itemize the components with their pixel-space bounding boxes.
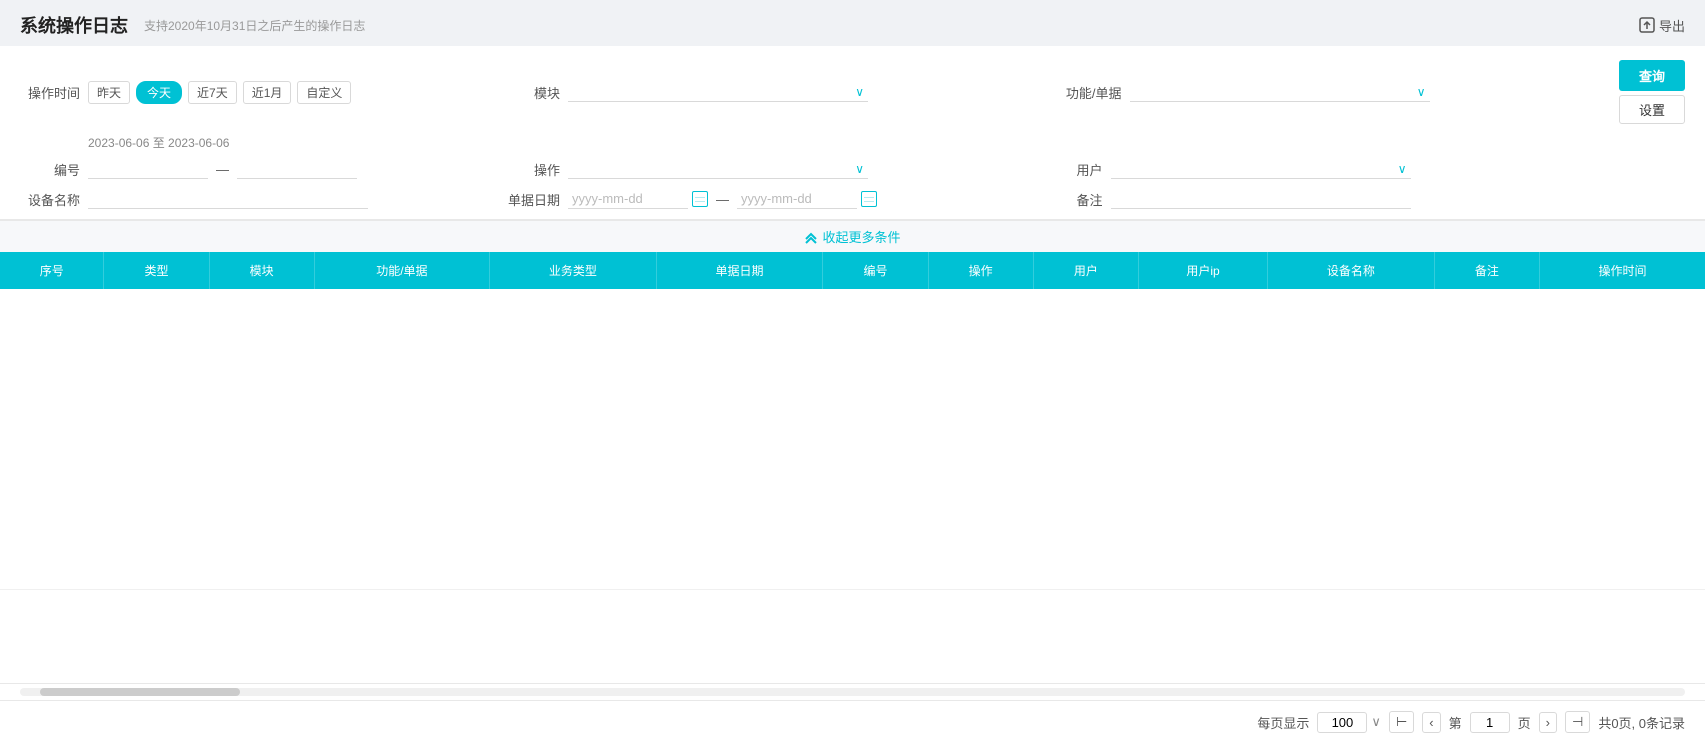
scroll-bar-track (20, 688, 1685, 696)
table-header-cell: 业务类型 (489, 252, 656, 289)
table-header-cell: 功能/单据 (314, 252, 489, 289)
page-label: 第 (1449, 713, 1462, 732)
table-header-cell: 单据日期 (656, 252, 823, 289)
yesterday-btn[interactable]: 昨天 (88, 81, 130, 104)
calendar-start-icon[interactable] (692, 191, 708, 207)
module-filter-group: 模块 ∨ (500, 83, 1052, 102)
code-start-input[interactable] (88, 159, 208, 179)
per-page-label: 每页显示 (1257, 713, 1309, 732)
action-buttons: 查询 设置 (1619, 60, 1685, 124)
last-page-button[interactable]: ⊣ (1565, 711, 1590, 733)
table-header-cell: 模块 (209, 252, 314, 289)
code-end-input[interactable] (237, 159, 357, 179)
table-header-cell: 用户 (1033, 252, 1138, 289)
function-select[interactable]: ∨ (1130, 83, 1430, 102)
user-chevron-icon: ∨ (1398, 162, 1407, 176)
user-filter-group: 用户 ∨ (1033, 160, 1566, 179)
scroll-bar-wrapper (0, 683, 1705, 700)
remark-label: 备注 (1033, 190, 1103, 209)
page-header: 系统操作日志 支持2020年10月31日之后产生的操作日志 导出 (0, 0, 1705, 46)
export-icon (1639, 17, 1655, 33)
prev-page-button[interactable]: ‹ (1422, 712, 1440, 733)
table-header-cell: 编号 (823, 252, 928, 289)
empty-area (0, 289, 1705, 589)
table-body (0, 289, 1705, 589)
next-page-button[interactable]: › (1539, 712, 1557, 733)
voucher-date-start-input[interactable] (568, 189, 688, 209)
remark-filter-group: 备注 (1033, 189, 1566, 209)
date-range-display: 2023-06-06 至 2023-06-06 (88, 136, 229, 150)
filter-section: 操作时间 昨天 今天 近7天 近1月 自定义 模块 ∨ 功能/单据 (0, 46, 1705, 220)
scroll-bar-thumb[interactable] (40, 688, 240, 696)
page-title: 系统操作日志 (20, 12, 128, 38)
pagination: 每页显示 ∨ ⊢ ‹ 第 页 › ⊣ 共0页, 0条记录 (0, 700, 1705, 743)
code-filter-group: 编号 — (20, 159, 500, 179)
user-select[interactable]: ∨ (1111, 160, 1411, 179)
table-header-row: 序号类型模块功能/单据业务类型单据日期编号操作用户用户ip设备名称备注操作时间 (0, 252, 1705, 289)
table-header-cell: 类型 (104, 252, 209, 289)
function-chevron-icon: ∨ (1417, 85, 1426, 99)
first-page-button[interactable]: ⊢ (1389, 711, 1414, 733)
operation-chevron-icon: ∨ (855, 162, 864, 176)
operation-filter-group: 操作 ∨ (500, 160, 1033, 179)
time-filter-group: 操作时间 昨天 今天 近7天 近1月 自定义 (20, 81, 500, 104)
module-select[interactable]: ∨ (568, 83, 868, 102)
page-size-select[interactable]: ∨ (1317, 712, 1381, 733)
table-header: 序号类型模块功能/单据业务类型单据日期编号操作用户用户ip设备名称备注操作时间 (0, 252, 1705, 289)
table-header-cell: 设备名称 (1268, 252, 1435, 289)
table-header-cell: 备注 (1434, 252, 1539, 289)
last7days-btn[interactable]: 近7天 (188, 81, 237, 104)
page-subtitle: 支持2020年10月31日之后产生的操作日志 (144, 17, 365, 34)
empty-row (0, 289, 1705, 589)
device-filter-group: 设备名称 (20, 189, 500, 209)
export-button[interactable]: 导出 (1639, 16, 1685, 35)
function-label: 功能/单据 (1052, 83, 1122, 102)
total-records: 共0页, 0条记录 (1598, 713, 1685, 732)
table-section: 序号类型模块功能/单据业务类型单据日期编号操作用户用户ip设备名称备注操作时间 (0, 252, 1705, 683)
operation-select[interactable]: ∨ (568, 160, 868, 179)
module-label: 模块 (500, 83, 560, 102)
table-header-cell: 操作时间 (1539, 252, 1705, 289)
page-size-input[interactable] (1317, 712, 1367, 733)
collapse-icon (804, 230, 818, 244)
device-input[interactable] (88, 189, 368, 209)
device-label: 设备名称 (20, 190, 80, 209)
table-header-cell: 用户ip (1138, 252, 1267, 289)
query-button[interactable]: 查询 (1619, 60, 1685, 91)
page-size-chevron: ∨ (1371, 714, 1381, 730)
voucher-date-end-input[interactable] (737, 189, 857, 209)
table-header-cell: 序号 (0, 252, 104, 289)
today-btn[interactable]: 今天 (136, 81, 182, 104)
code-dash: — (216, 162, 229, 177)
module-chevron-icon: ∨ (855, 85, 864, 99)
custom-btn[interactable]: 自定义 (297, 81, 351, 104)
calendar-end-icon[interactable] (861, 191, 877, 207)
filter-row-3: 设备名称 单据日期 — 备注 (20, 189, 1685, 209)
export-label: 导出 (1659, 16, 1685, 35)
voucher-date-label: 单据日期 (500, 190, 560, 209)
voucher-date-filter-group: 单据日期 — (500, 189, 1033, 209)
collapse-label: 收起更多条件 (822, 227, 900, 246)
settings-button[interactable]: 设置 (1619, 95, 1685, 124)
function-filter-group: 功能/单据 ∨ (1052, 83, 1604, 102)
operation-label: 操作 (500, 160, 560, 179)
filter-row-2: 编号 — 操作 ∨ 用户 ∨ (20, 159, 1685, 179)
voucher-date-dash: — (716, 192, 729, 207)
user-label: 用户 (1033, 160, 1103, 179)
last1month-btn[interactable]: 近1月 (243, 81, 292, 104)
code-label: 编号 (20, 160, 80, 179)
time-buttons: 昨天 今天 近7天 近1月 自定义 (88, 81, 351, 104)
table-header-cell: 操作 (928, 252, 1033, 289)
remark-input[interactable] (1111, 189, 1411, 209)
page-wrapper: 系统操作日志 支持2020年10月31日之后产生的操作日志 导出 操作时间 昨天… (0, 0, 1705, 743)
page-unit: 页 (1518, 713, 1531, 732)
operation-time-label: 操作时间 (20, 83, 80, 102)
filter-row-1: 操作时间 昨天 今天 近7天 近1月 自定义 模块 ∨ 功能/单据 (20, 60, 1685, 124)
data-table: 序号类型模块功能/单据业务类型单据日期编号操作用户用户ip设备名称备注操作时间 (0, 252, 1705, 590)
page-number-input[interactable] (1470, 712, 1510, 733)
collapse-bar[interactable]: 收起更多条件 (0, 220, 1705, 252)
